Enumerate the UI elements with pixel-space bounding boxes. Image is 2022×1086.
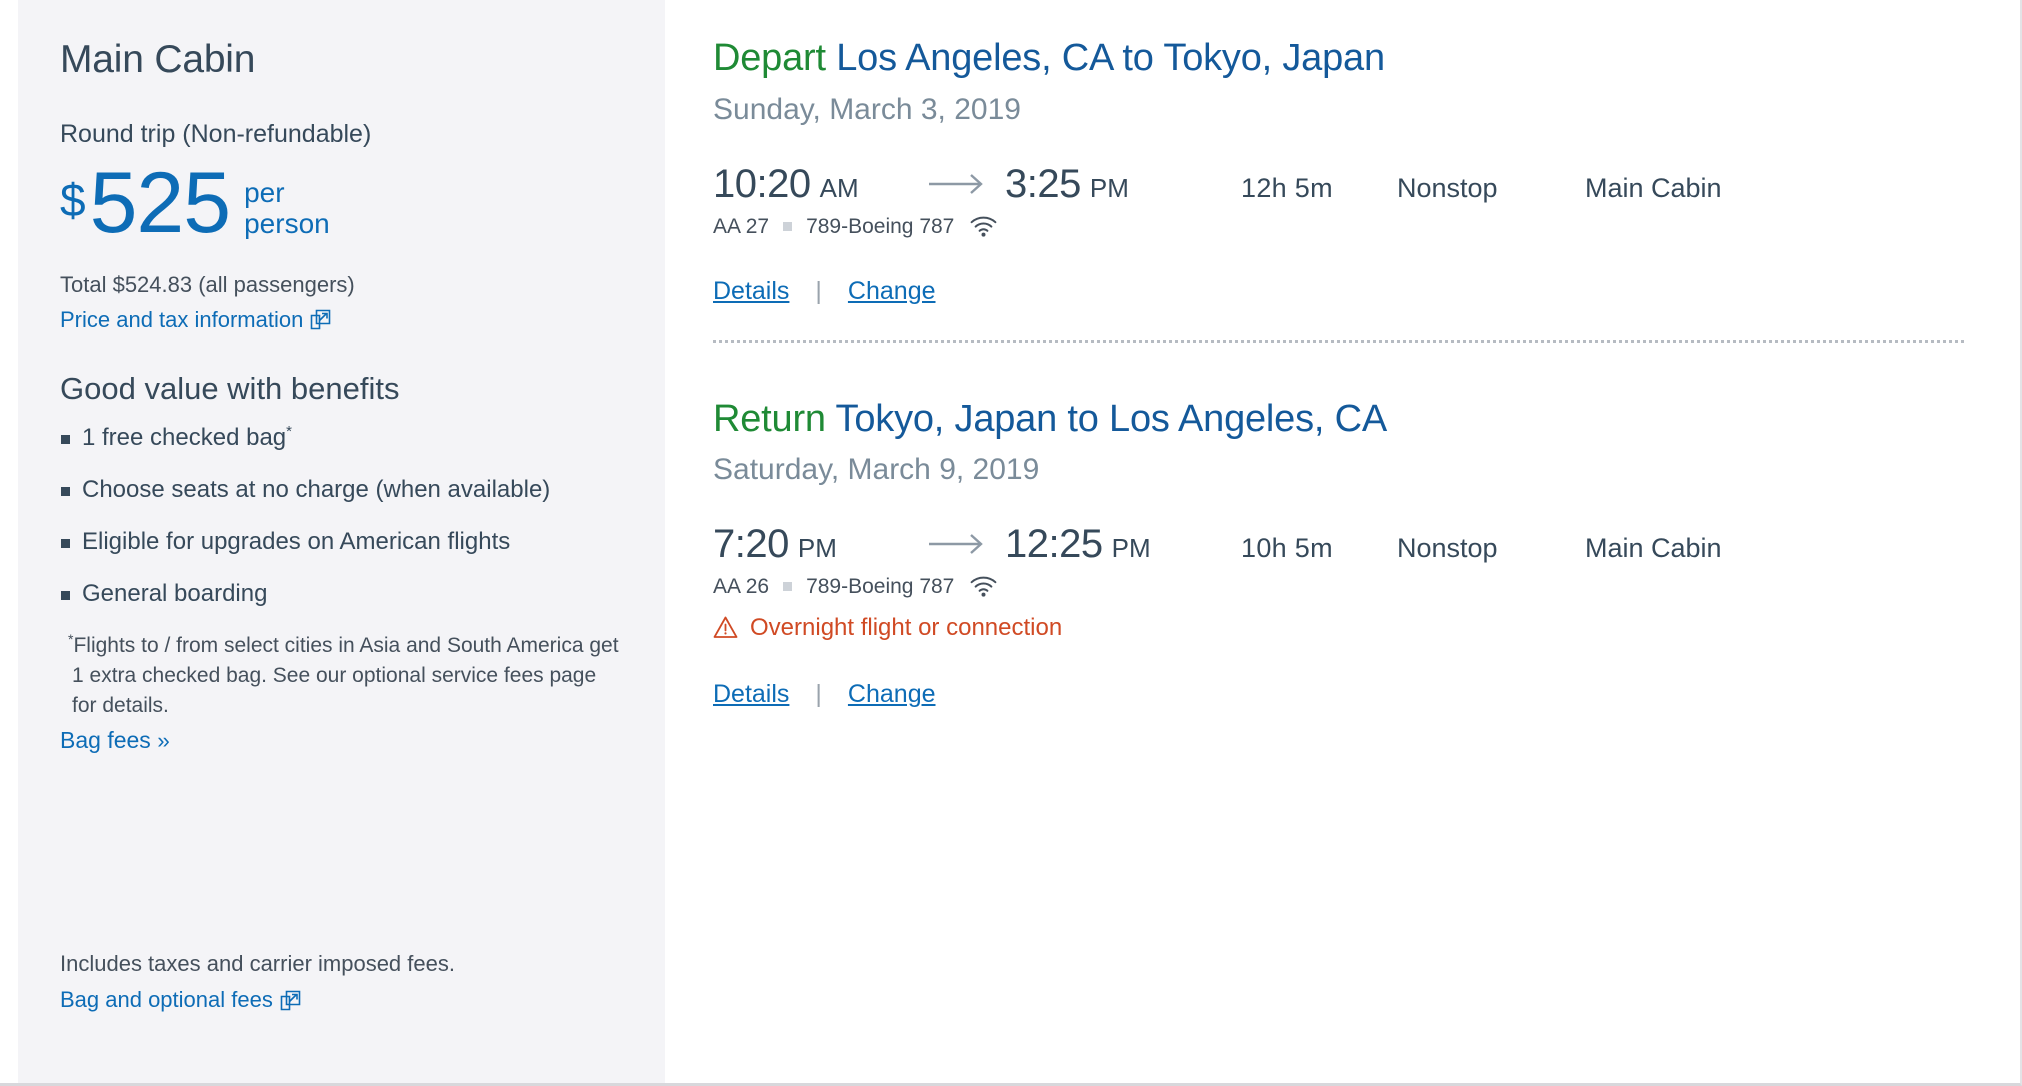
benefits-title: Good value with benefits [60,371,400,407]
action-separator: | [815,276,822,305]
return-direction-label: Return [713,397,826,440]
return-change-link[interactable]: Change [848,680,936,709]
depart-segment-heading: Depart Los Angeles, CA to Tokyo, Japan [713,36,1964,82]
depart-departure-time-value: 10:20 [713,161,811,206]
return-overnight-warning: Overnight flight or connection [713,614,1964,643]
trip-type-label: Round trip (Non-refundable) [60,120,372,148]
return-details-link[interactable]: Details [713,680,789,709]
return-aircraft: 789-Boeing 787 [806,575,955,599]
list-item: Choose seats at no charge (when availabl… [60,475,623,505]
price-display: $ 525 per person [60,155,623,255]
depart-flight-number: AA 27 [713,214,770,238]
depart-departure-time: 10:20 AM [713,164,909,204]
depart-departure-meridiem: AM [819,172,859,203]
depart-stops-value: Nonstop [1397,172,1498,203]
depart-actions: Details | Change [713,277,1964,306]
depart-arrival-time-value: 3:25 [1005,161,1081,206]
return-departure-meridiem: PM [797,533,837,564]
price-unit-line2: person [244,208,330,240]
return-overnight-warning-text: Overnight flight or connection [750,613,1063,641]
benefit-label: General boarding [82,580,268,608]
depart-duration-value: 12h 5m [1241,172,1333,203]
price-amount: 525 [89,155,231,251]
benefits-list: 1 free checked bag* Choose seats at no c… [60,423,623,609]
depart-cabin-value: Main Cabin [1585,172,1722,203]
bag-and-optional-fees-label: Bag and optional fees [60,987,273,1013]
wifi-icon [970,216,997,237]
itinerary-panel: Depart Los Angeles, CA to Tokyo, Japan S… [665,0,2020,1083]
return-duration-value: 10h 5m [1241,533,1333,564]
depart-arrival-time: 3:25 PM [1005,164,1241,204]
list-item: 1 free checked bag* [60,423,623,453]
segment-divider [713,339,1964,343]
separator-square-icon [783,221,793,231]
depart-direction-label: Depart [713,37,826,79]
return-departure-time-value: 7:20 [713,522,789,567]
list-item: Eligible for upgrades on American flight… [60,527,623,557]
return-cabin: Main Cabin [1585,535,1722,562]
benefit-label: Eligible for upgrades on American flight… [82,528,511,556]
price-currency-symbol: $ [60,174,86,226]
return-route-label: Tokyo, Japan to Los Angeles, CA [835,397,1388,440]
depart-route-label: Los Angeles, CA to Tokyo, Japan [836,37,1385,79]
return-segment-heading: Return Tokyo, Japan to Los Angeles, CA [713,397,1964,443]
return-flight-details: AA 26 789-Boeing 787 [713,574,1964,599]
return-stops-value: Nonstop [1397,533,1498,564]
return-date: Saturday, March 9, 2019 [713,453,1040,487]
return-actions: Details | Change [713,680,1964,709]
sidebar-footer: Includes taxes and carrier imposed fees.… [60,950,455,1015]
bag-and-optional-fees-link[interactable]: Bag and optional fees [60,986,301,1015]
benefits-footnote: *Flights to / from select cities in Asia… [60,631,623,720]
page-title: Main Cabin [60,38,256,81]
bag-fees-link[interactable]: Bag fees ›› [60,726,170,754]
benefit-label: Choose seats at no charge (when availabl… [82,476,551,504]
return-cabin-value: Main Cabin [1585,533,1722,564]
fare-summary-sidebar: Main Cabin Round trip (Non-refundable) $… [18,0,665,1083]
return-stops: Nonstop [1397,535,1585,562]
return-departure-time: 7:20 PM [713,524,909,564]
action-separator: | [815,680,822,709]
depart-duration: 12h 5m [1241,172,1397,203]
depart-arrival-meridiem: PM [1089,172,1129,203]
external-link-icon [310,309,331,330]
depart-stops: Nonstop [1397,172,1585,203]
separator-square-icon [783,582,793,592]
depart-flight-details: AA 27 789-Boeing 787 [713,214,1964,239]
price-and-tax-information-link[interactable]: Price and tax information [60,306,331,335]
return-arrival-time: 12:25 PM [1005,524,1241,564]
price-unit-label: per person [244,177,330,240]
return-arrival-time-value: 12:25 [1005,522,1103,567]
benefit-label: 1 free checked bag [82,424,287,452]
flight-summary-page: Main Cabin Round trip (Non-refundable) $… [0,0,2022,1086]
chevron-right-icon: ›› [157,727,170,753]
depart-date: Sunday, March 3, 2019 [713,92,1021,126]
price-and-tax-information-label: Price and tax information [60,306,304,332]
benefit-footnote-marker: * [286,423,292,441]
external-link-icon [280,990,301,1011]
list-item: General boarding [60,579,623,609]
arrow-right-icon [909,533,1005,555]
depart-flight-row: 10:20 AM 3:25 PM 12h 5m Nonstop Main Cab… [713,164,1964,204]
depart-aircraft: 789-Boeing 787 [806,214,955,238]
return-duration: 10h 5m [1241,535,1397,562]
footnote-text: Flights to / from select cities in Asia … [72,634,619,717]
depart-segment: Depart Los Angeles, CA to Tokyo, Japan S… [713,36,1964,343]
depart-cabin: Main Cabin [1585,172,1722,203]
depart-details-link[interactable]: Details [713,277,789,306]
total-price-label: Total $524.83 (all passengers) [60,272,355,297]
price-unit-line1: per [244,177,285,208]
arrow-right-icon [909,173,1005,195]
wifi-icon [970,576,997,598]
bag-fees-label: Bag fees [60,726,151,753]
return-arrival-meridiem: PM [1111,533,1151,564]
depart-change-link[interactable]: Change [848,277,936,306]
warning-triangle-icon [713,615,738,640]
return-flight-row: 7:20 PM 12:25 PM 10h 5m Nonstop Main Cab… [713,524,1964,564]
return-segment: Return Tokyo, Japan to Los Angeles, CA S… [713,397,1964,710]
return-flight-number: AA 26 [713,575,770,599]
taxes-note: Includes taxes and carrier imposed fees. [60,950,455,976]
